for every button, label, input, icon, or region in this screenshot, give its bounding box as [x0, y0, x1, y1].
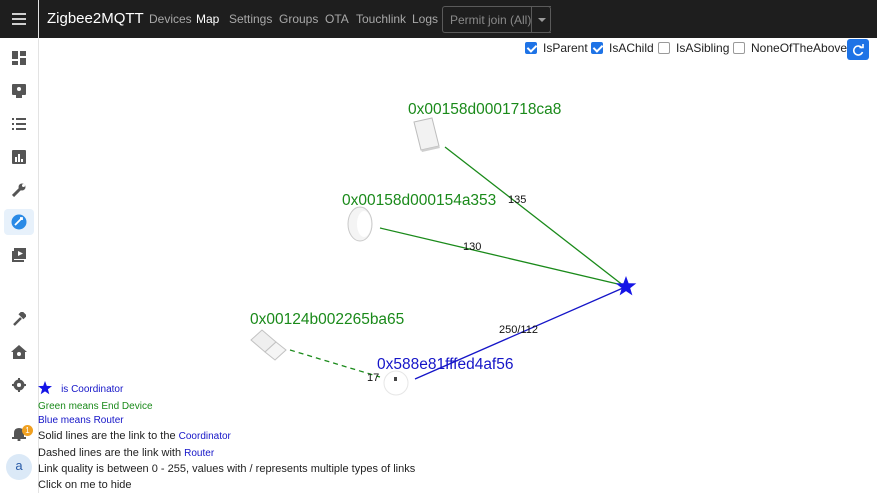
isasibling-checkbox[interactable] [658, 42, 670, 54]
door-sensor-icon[interactable] [250, 329, 287, 361]
filter-isasibling[interactable]: IsASibling [658, 40, 729, 56]
router-device-icon[interactable] [383, 370, 409, 396]
list-icon[interactable] [4, 111, 34, 137]
legend-dashed-text: Dashed lines are the link with [38, 447, 185, 459]
nav-logs[interactable]: Logs [412, 12, 438, 26]
media-icon[interactable] [4, 242, 34, 268]
node-label-end-device[interactable]: 0x00158d000154a353 [342, 192, 496, 209]
nav-groups[interactable]: Groups [279, 12, 318, 26]
network-map[interactable]: 135 130 250/112 17 0x00158d0001718ca8 0x… [39, 62, 877, 493]
legend-dashed-target: Router [184, 448, 215, 459]
link-label: 130 [463, 241, 481, 253]
node-label-router[interactable]: 0x588e81fffed4af56 [377, 356, 513, 373]
link-label: 135 [508, 194, 526, 206]
motion-sensor-icon[interactable] [347, 206, 373, 242]
permit-join-dropdown[interactable] [531, 6, 551, 33]
coordinator-star-icon[interactable] [615, 276, 637, 296]
switch-device-icon[interactable] [413, 117, 440, 152]
node-label-end-device[interactable]: 0x00158d0001718ca8 [408, 101, 561, 118]
nav-map[interactable]: Map [196, 12, 219, 26]
filter-noneoftheabove[interactable]: NoneOfTheAbove [733, 40, 847, 56]
link-edge [444, 146, 625, 287]
app-title[interactable]: Zigbee2MQTT [47, 10, 144, 27]
devices-icon[interactable] [4, 78, 34, 104]
isparent-checkbox[interactable] [525, 42, 537, 54]
node-label-end-device[interactable]: 0x00124b002265ba65 [250, 311, 404, 328]
home-gear-icon[interactable] [4, 339, 34, 365]
nav-devices[interactable]: Devices [149, 12, 192, 26]
legend-solid-target: Coordinator [178, 431, 231, 442]
notification-badge: 1 [22, 425, 33, 436]
hammer-icon[interactable] [4, 306, 34, 332]
filter-isparent[interactable]: IsParent [525, 40, 588, 56]
dashboard-icon[interactable] [4, 45, 34, 71]
noneoftheabove-label: NoneOfTheAbove [751, 41, 848, 55]
nav-touchlink[interactable]: Touchlink [356, 12, 406, 26]
isachild-checkbox[interactable] [591, 42, 603, 54]
star-icon [38, 381, 52, 395]
nav-ota[interactable]: OTA [325, 12, 349, 26]
avatar[interactable]: a [6, 454, 32, 480]
wrench-icon[interactable] [4, 177, 34, 203]
legend-blue: Blue means Router [38, 415, 124, 426]
legend-coordinator: is Coordinator [38, 381, 123, 395]
top-navbar: Zigbee2MQTT Devices Map Settings Groups … [39, 0, 877, 38]
chart-icon[interactable] [4, 144, 34, 170]
refresh-icon [852, 43, 864, 56]
hamburger-icon [12, 13, 26, 25]
nav-settings[interactable]: Settings [229, 12, 272, 26]
map-icon[interactable] [4, 209, 34, 235]
legend-coordinator-text: is Coordinator [61, 384, 124, 395]
legend-solid: Solid lines are the link to the Coordina… [38, 430, 231, 442]
settings-icon[interactable] [4, 372, 34, 398]
filter-isachild[interactable]: IsAChild [591, 40, 654, 56]
isachild-label: IsAChild [609, 41, 654, 55]
legend-hide[interactable]: Click on me to hide [38, 479, 132, 491]
legend-solid-text: Solid lines are the link to the [38, 430, 179, 442]
noneoftheabove-checkbox[interactable] [733, 42, 745, 54]
link-label: 17 [367, 372, 379, 384]
legend-quality: Link quality is between 0 - 255, values … [38, 463, 416, 475]
legend-dashed: Dashed lines are the link with Router [38, 447, 214, 459]
menu-toggle[interactable] [0, 0, 38, 38]
isparent-label: IsParent [543, 41, 588, 55]
legend-green: Green means End Device [38, 401, 153, 412]
sidebar [0, 0, 39, 493]
isasibling-label: IsASibling [676, 41, 730, 55]
link-label: 250/112 [499, 324, 538, 336]
refresh-button[interactable] [847, 39, 869, 60]
